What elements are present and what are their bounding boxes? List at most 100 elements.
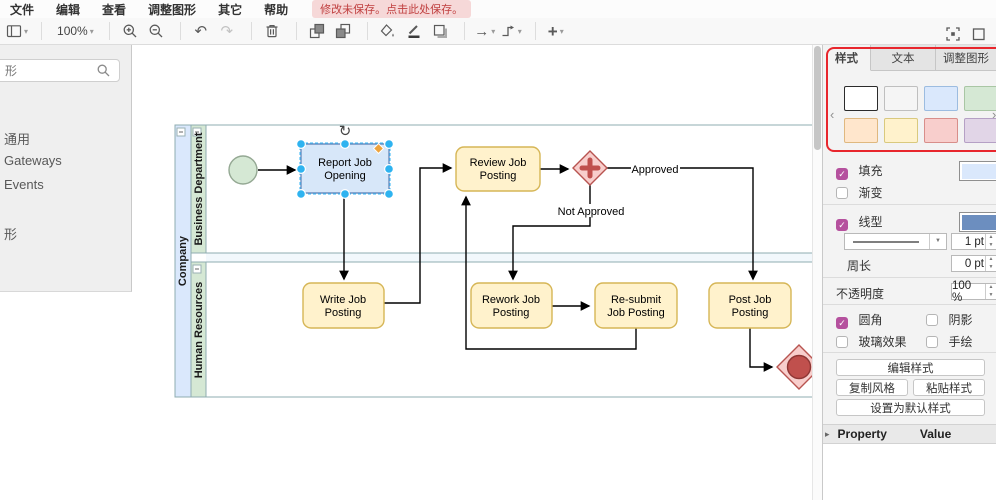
- task-label: Write Job: [320, 294, 366, 306]
- step-down-icon: ▼: [988, 291, 994, 298]
- connection-arrow-button[interactable]: → ▾: [474, 19, 496, 43]
- task-write-job-posting: Write Job Posting: [302, 282, 385, 329]
- resize-handle: [296, 139, 307, 150]
- perimeter-label: 周长: [847, 259, 872, 273]
- start-event[interactable]: [228, 155, 258, 185]
- chevron-left-icon[interactable]: ‹: [830, 107, 834, 122]
- line-width-input[interactable]: 1 pt ▲ ▼: [951, 233, 996, 250]
- pool-title: Company: [177, 235, 189, 286]
- opacity-value: 100 %: [952, 279, 972, 304]
- resize-handle: [384, 164, 395, 175]
- menu-edit[interactable]: 编辑: [56, 1, 80, 18]
- toolbar-right-group: [942, 22, 994, 46]
- full-page-button[interactable]: [968, 22, 990, 46]
- sketch-checkbox[interactable]: [926, 336, 938, 348]
- tab-arrange[interactable]: 调整图形: [936, 45, 996, 70]
- label-approved: Approved: [631, 164, 678, 176]
- line-checkbox[interactable]: ✓: [836, 219, 848, 231]
- canvas-scrollbar[interactable]: [812, 45, 822, 500]
- menu-view[interactable]: 查看: [102, 1, 126, 18]
- search-icon: [97, 64, 110, 77]
- shapes-sidebar: 形 通用 Gateways Events 形: [0, 45, 132, 292]
- line-color-button[interactable]: [403, 19, 425, 43]
- shadow-checkbox[interactable]: [926, 314, 938, 326]
- style-swatch[interactable]: [964, 118, 996, 143]
- style-swatch[interactable]: [884, 118, 918, 143]
- paste-style-button[interactable]: 粘贴样式: [913, 379, 985, 396]
- task-review-job-posting: Review Job Posting: [455, 146, 541, 192]
- tab-style[interactable]: 样式: [823, 45, 871, 71]
- sketch-label: 手绘: [948, 335, 973, 349]
- fill-checkbox[interactable]: ✓: [836, 168, 848, 180]
- menu-extras[interactable]: 其它: [218, 1, 242, 18]
- gateway-approval[interactable]: [572, 150, 608, 186]
- to-front-button[interactable]: [306, 19, 328, 43]
- sidebar-section-general[interactable]: 通用: [4, 129, 30, 148]
- lane-gap-band: [206, 253, 812, 262]
- property-table-header[interactable]: ▸ Property Value: [823, 424, 996, 444]
- task-label: Report Job: [318, 157, 372, 169]
- task-label: Posting: [480, 170, 517, 182]
- style-swatch[interactable]: [844, 118, 878, 143]
- to-back-button[interactable]: [332, 19, 354, 43]
- zoom-in-button[interactable]: [119, 19, 141, 43]
- fill-color-button[interactable]: [377, 19, 399, 43]
- diagram-canvas[interactable]: Company Business Department Human Resour…: [133, 45, 812, 500]
- scrollbar-thumb[interactable]: [814, 46, 821, 150]
- undo-button[interactable]: ↶: [190, 19, 212, 43]
- style-swatch[interactable]: [884, 86, 918, 111]
- view-panels-button[interactable]: ▾: [6, 19, 28, 43]
- fit-page-button[interactable]: [942, 22, 964, 46]
- opacity-input[interactable]: 100 % ▲ ▼: [951, 280, 996, 304]
- glass-option: 玻璃效果: [836, 333, 906, 351]
- tab-text[interactable]: 文本: [871, 45, 936, 70]
- sidebar-section-events[interactable]: Events: [4, 177, 44, 192]
- unsaved-changes-alert[interactable]: 修改未保存。点击此处保存。: [312, 0, 472, 18]
- set-default-style-button[interactable]: 设置为默认样式: [836, 399, 985, 416]
- waypoint-style-button[interactable]: ▾: [500, 19, 522, 43]
- zoom-level-select[interactable]: 100% ▾: [57, 24, 94, 38]
- delete-button[interactable]: [261, 19, 283, 43]
- glass-checkbox[interactable]: [836, 336, 848, 348]
- gradient-checkbox[interactable]: [836, 187, 848, 199]
- resize-handle: [384, 139, 395, 150]
- solid-line-icon: [853, 241, 919, 243]
- shape-search-input[interactable]: 形: [0, 59, 120, 82]
- flow-edges[interactable]: [258, 163, 774, 372]
- perimeter-value: 0 pt: [964, 257, 984, 270]
- menu-help[interactable]: 帮助: [264, 1, 288, 18]
- caret-down-icon: ▾: [89, 26, 94, 36]
- redo-button[interactable]: ↷: [216, 19, 238, 43]
- pen-underline-icon: [408, 25, 420, 38]
- line-color-swatch[interactable]: [959, 212, 996, 232]
- line-label: 线型: [858, 215, 883, 229]
- menu-file[interactable]: 文件: [10, 1, 34, 18]
- rounded-checkbox[interactable]: ✓: [836, 317, 848, 329]
- style-swatch[interactable]: [844, 86, 878, 111]
- line-style-dropdown[interactable]: ▼: [844, 233, 947, 250]
- shadow-button[interactable]: [429, 19, 451, 43]
- perimeter-input[interactable]: 0 pt ▲ ▼: [951, 255, 996, 272]
- sidebar-section-gateways[interactable]: Gateways: [4, 153, 62, 168]
- edit-style-button[interactable]: 编辑样式: [836, 359, 985, 376]
- zoom-out-button[interactable]: [145, 19, 167, 43]
- edge-not-approved: [508, 185, 591, 281]
- edge-labels: Approved Not Approved: [556, 163, 680, 218]
- fit-page-icon: [946, 27, 960, 41]
- edge-write-to-review: [383, 163, 453, 304]
- label-not-approved: Not Approved: [558, 206, 625, 218]
- menu-arrange[interactable]: 调整图形: [148, 1, 196, 18]
- shadow-option: 阴影: [926, 311, 972, 329]
- expand-icon: ▸: [825, 428, 830, 439]
- end-event[interactable]: [776, 344, 812, 390]
- style-swatch[interactable]: [964, 86, 996, 111]
- edge-post-to-end: [749, 328, 774, 372]
- copy-style-button[interactable]: 复制风格: [836, 379, 908, 396]
- sidebar-section-shapes[interactable]: 形: [4, 224, 17, 243]
- style-swatch[interactable]: [924, 86, 958, 111]
- fill-color-swatch[interactable]: [959, 161, 996, 181]
- insert-button[interactable]: + ▾: [545, 19, 567, 43]
- task-label: Posting: [493, 307, 530, 319]
- style-swatch[interactable]: [924, 118, 958, 143]
- task-label: Posting: [325, 307, 362, 319]
